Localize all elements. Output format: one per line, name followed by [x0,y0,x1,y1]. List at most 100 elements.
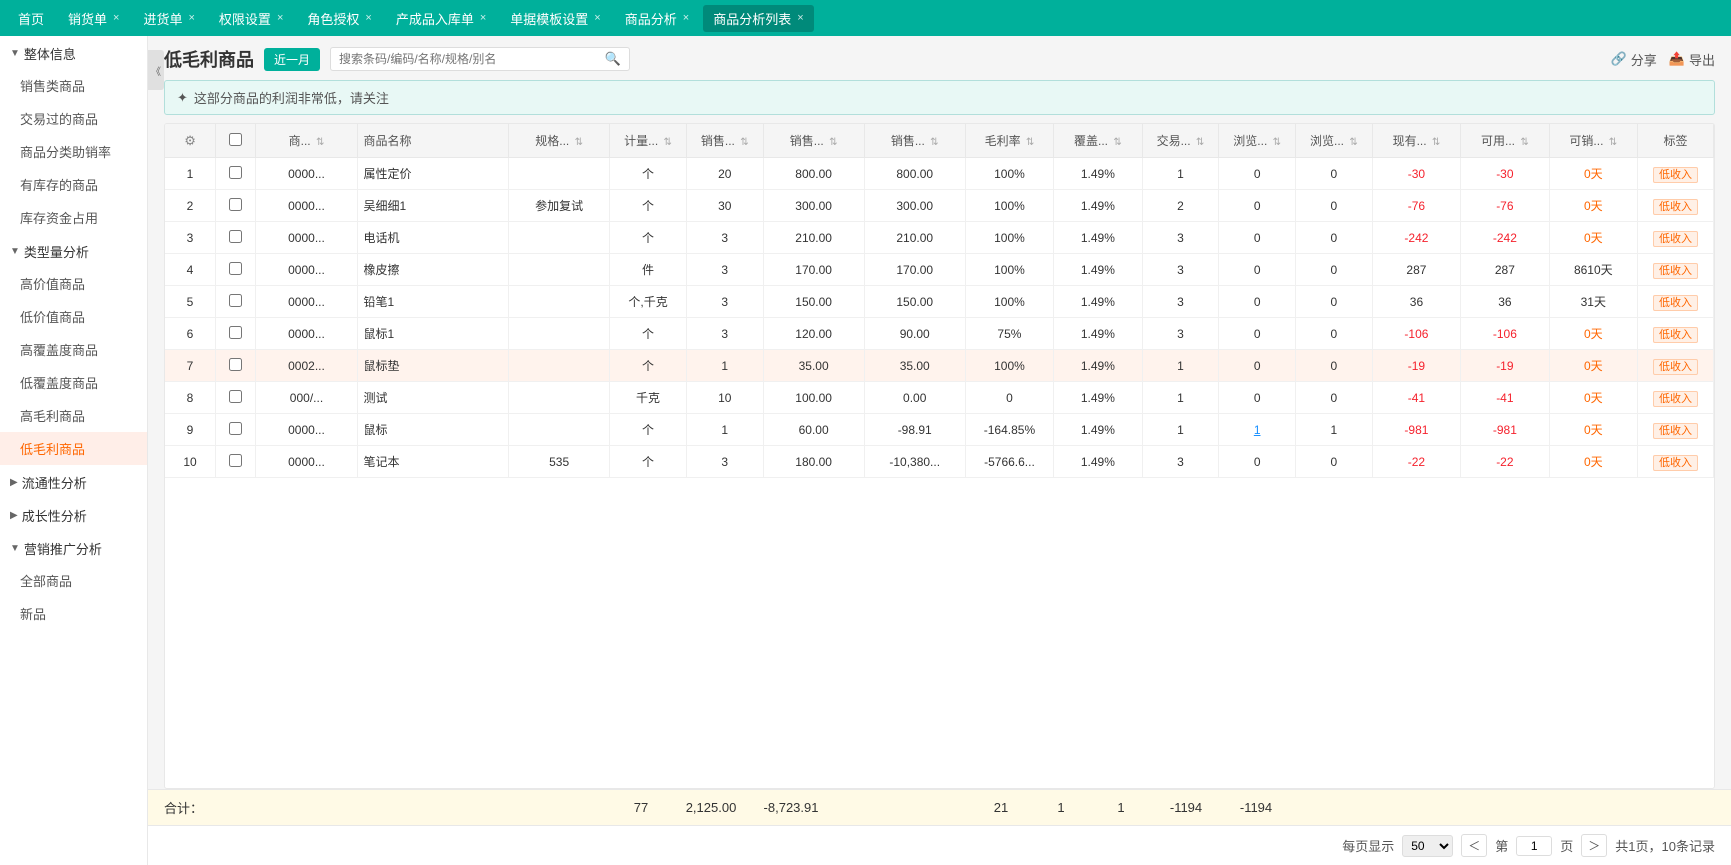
cell-spec [509,414,610,446]
sidebar-item-new-products[interactable]: 新品 [0,597,147,630]
cell-code: 0000... [256,414,357,446]
nav-product-entry[interactable]: 产成品入库单 × [386,5,496,32]
nav-product-entry-close[interactable]: × [480,12,486,24]
nav-role-close[interactable]: × [365,12,371,24]
nav-template[interactable]: 单据模板设置 × [500,5,610,32]
cell-view2: 0 [1296,350,1373,382]
nav-product-analysis-close[interactable]: × [683,12,689,24]
select-all-checkbox[interactable] [229,133,242,146]
sidebar-item-in-stock[interactable]: 有库存的商品 [0,168,147,201]
cell-gross-rate: 100% [965,286,1053,318]
cell-view1[interactable]: 1 [1219,414,1296,446]
nav-product-analysis-list[interactable]: 商品分析列表 × [703,5,813,32]
cell-check[interactable] [216,254,256,286]
nav-role[interactable]: 角色授权 × [297,5,381,32]
cell-check[interactable] [216,414,256,446]
search-icon[interactable]: 🔍 [605,51,621,67]
th-settings[interactable]: ⚙ [165,124,216,158]
per-page-select[interactable]: 50 100 200 [1402,835,1453,857]
table-row: 8 000/... 测试 千克 10 100.00 0.00 0 1.49% 1… [165,382,1714,414]
cell-saleable: 0天 [1549,382,1637,414]
page-number-input[interactable] [1516,836,1552,856]
cell-spec [509,158,610,190]
cell-sale-profit: 35.00 [864,350,965,382]
total-sale-price: 2,125.00 [671,800,751,815]
search-box[interactable]: 🔍 [330,47,630,71]
sidebar-group-overview[interactable]: ▼ 整体信息 [0,36,147,69]
sidebar-group-growth[interactable]: ▶ 成长性分析 [0,498,147,531]
cell-gross-rate: 0 [965,382,1053,414]
cell-check[interactable] [216,158,256,190]
nav-sales-close[interactable]: × [113,12,119,24]
table-row: 3 0000... 电话机 个 3 210.00 210.00 100% 1.4… [165,222,1714,254]
cell-check[interactable] [216,286,256,318]
cell-trade: 3 [1142,222,1219,254]
cell-avail: -106 [1461,318,1549,350]
export-button[interactable]: 📤 导出 [1669,50,1715,69]
sidebar-group-type-analysis[interactable]: ▼ 类型量分析 [0,234,147,267]
sidebar-item-all-products[interactable]: 全部商品 [0,564,147,597]
th-checkbox[interactable] [216,124,256,158]
cell-sale-qty: 3 [686,254,763,286]
page-title: 低毛利商品 [164,46,254,72]
cell-num: 4 [165,254,216,286]
cell-cover-rate: 1.49% [1054,286,1142,318]
page-label: 第 [1495,836,1508,855]
sidebar-toggle[interactable]: 《 [148,50,164,90]
search-input[interactable] [339,52,601,66]
table-wrapper: ⚙ 商... ⇅ 商品名称 规格... ⇅ 计量... ⇅ 销售... ⇅ 销售… [164,123,1715,789]
table-row: 6 0000... 鼠标1 个 3 120.00 90.00 75% 1.49%… [165,318,1714,350]
th-trade: 交易... ⇅ [1142,124,1219,158]
cell-stock: -19 [1372,350,1460,382]
period-button[interactable]: 近一月 [264,48,320,71]
cell-trade: 3 [1142,318,1219,350]
sidebar-item-high-value[interactable]: 高价值商品 [0,267,147,300]
sidebar-item-traded-goods[interactable]: 交易过的商品 [0,102,147,135]
total-label: 合计： [164,798,203,817]
cell-sale-price: 150.00 [763,286,864,318]
cell-saleable: 31天 [1549,286,1637,318]
prev-page-button[interactable]: ＜ [1461,834,1487,857]
total-sale-profit: -8,723.91 [751,800,831,815]
cell-avail: 287 [1461,254,1549,286]
cell-cover-rate: 1.49% [1054,222,1142,254]
cell-spec [509,318,610,350]
nav-home[interactable]: 首页 [8,5,54,32]
cell-check[interactable] [216,382,256,414]
nav-sales[interactable]: 销货单 × [58,5,129,32]
settings-icon[interactable]: ⚙ [184,133,196,148]
sidebar-group-circulation[interactable]: ▶ 流通性分析 [0,465,147,498]
cell-check[interactable] [216,318,256,350]
cell-view1: 0 [1219,158,1296,190]
nav-permission[interactable]: 权限设置 × [209,5,293,32]
sidebar-item-low-coverage[interactable]: 低覆盖度商品 [0,366,147,399]
sidebar-group-marketing[interactable]: ▼ 营销推广分析 [0,531,147,564]
cell-check[interactable] [216,222,256,254]
nav-permission-close[interactable]: × [277,12,283,24]
cell-check[interactable] [216,446,256,478]
sidebar-item-stock-funds[interactable]: 库存资金占用 [0,201,147,234]
sidebar-item-category-rate[interactable]: 商品分类助销率 [0,135,147,168]
share-button[interactable]: 🔗 分享 [1611,50,1657,69]
sidebar-item-high-margin[interactable]: 高毛利商品 [0,399,147,432]
cell-check[interactable] [216,190,256,222]
cell-gross-rate: -164.85% [965,414,1053,446]
sidebar-item-low-value[interactable]: 低价值商品 [0,300,147,333]
next-page-button[interactable]: ＞ [1581,834,1607,857]
cell-view2: 0 [1296,286,1373,318]
sidebar-item-sales-goods[interactable]: 销售类商品 [0,69,147,102]
cell-name: 测试 [357,382,509,414]
cell-trade: 3 [1142,446,1219,478]
nav-template-close[interactable]: × [594,12,600,24]
nav-purchase[interactable]: 进货单 × [133,5,204,32]
sidebar-item-high-coverage[interactable]: 高覆盖度商品 [0,333,147,366]
cell-saleable: 0天 [1549,222,1637,254]
th-spec: 规格... ⇅ [509,124,610,158]
nav-product-analysis[interactable]: 商品分析 × [615,5,699,32]
cell-view1: 0 [1219,382,1296,414]
cell-check[interactable] [216,350,256,382]
nav-product-analysis-list-close[interactable]: × [797,12,803,24]
total-view2: 1 [1091,800,1151,815]
sidebar-item-low-margin[interactable]: 低毛利商品 [0,432,147,465]
nav-purchase-close[interactable]: × [188,12,194,24]
